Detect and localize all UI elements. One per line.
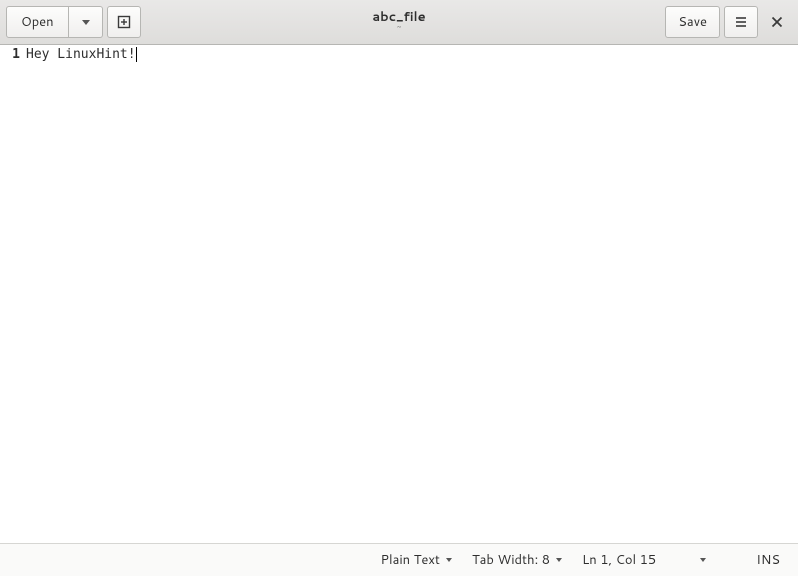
chevron-down-icon <box>446 558 452 562</box>
hamburger-menu-button[interactable] <box>724 6 758 38</box>
open-button-group: Open <box>6 6 103 38</box>
header-bar: Open abc_file ~ Save <box>0 0 798 45</box>
insert-mode-label: INS <box>756 551 780 569</box>
tab-width-label: Tab Width: 8 <box>472 551 550 569</box>
syntax-mode-label: Plain Text <box>380 551 439 569</box>
chevron-down-icon <box>556 558 562 562</box>
save-button[interactable]: Save <box>665 6 720 38</box>
line-number: 1 <box>0 47 20 62</box>
close-window-button[interactable] <box>762 6 792 38</box>
close-icon <box>771 16 783 28</box>
editor-area: 1 Hey LinuxHint! <box>0 45 798 543</box>
tab-width-selector[interactable]: Tab Width: 8 <box>462 544 572 576</box>
hamburger-icon <box>733 14 749 30</box>
line-number-gutter: 1 <box>0 45 24 543</box>
chevron-down-icon <box>82 20 90 25</box>
text-cursor <box>136 47 137 62</box>
save-button-label: Save <box>678 13 707 31</box>
new-tab-button[interactable] <box>107 6 141 38</box>
open-button-label: Open <box>21 13 54 31</box>
editor-line: Hey LinuxHint! <box>26 47 136 62</box>
header-left-group: Open <box>6 6 141 38</box>
cursor-position-label: Ln 1, Col 15 <box>582 551 656 569</box>
document-title: abc_file <box>372 8 425 26</box>
insert-mode-indicator[interactable]: INS <box>746 544 790 576</box>
syntax-mode-selector[interactable]: Plain Text <box>370 544 461 576</box>
cursor-position-selector[interactable]: Ln 1, Col 15 <box>572 544 746 576</box>
open-recent-dropdown-button[interactable] <box>69 6 103 38</box>
open-button[interactable]: Open <box>6 6 69 38</box>
document-path: ~ <box>396 26 403 36</box>
text-editor[interactable]: Hey LinuxHint! <box>24 45 798 543</box>
chevron-down-icon <box>700 558 706 562</box>
status-bar: Plain Text Tab Width: 8 Ln 1, Col 15 INS <box>0 543 798 576</box>
new-document-icon <box>116 14 132 30</box>
header-right-group: Save <box>665 6 792 38</box>
